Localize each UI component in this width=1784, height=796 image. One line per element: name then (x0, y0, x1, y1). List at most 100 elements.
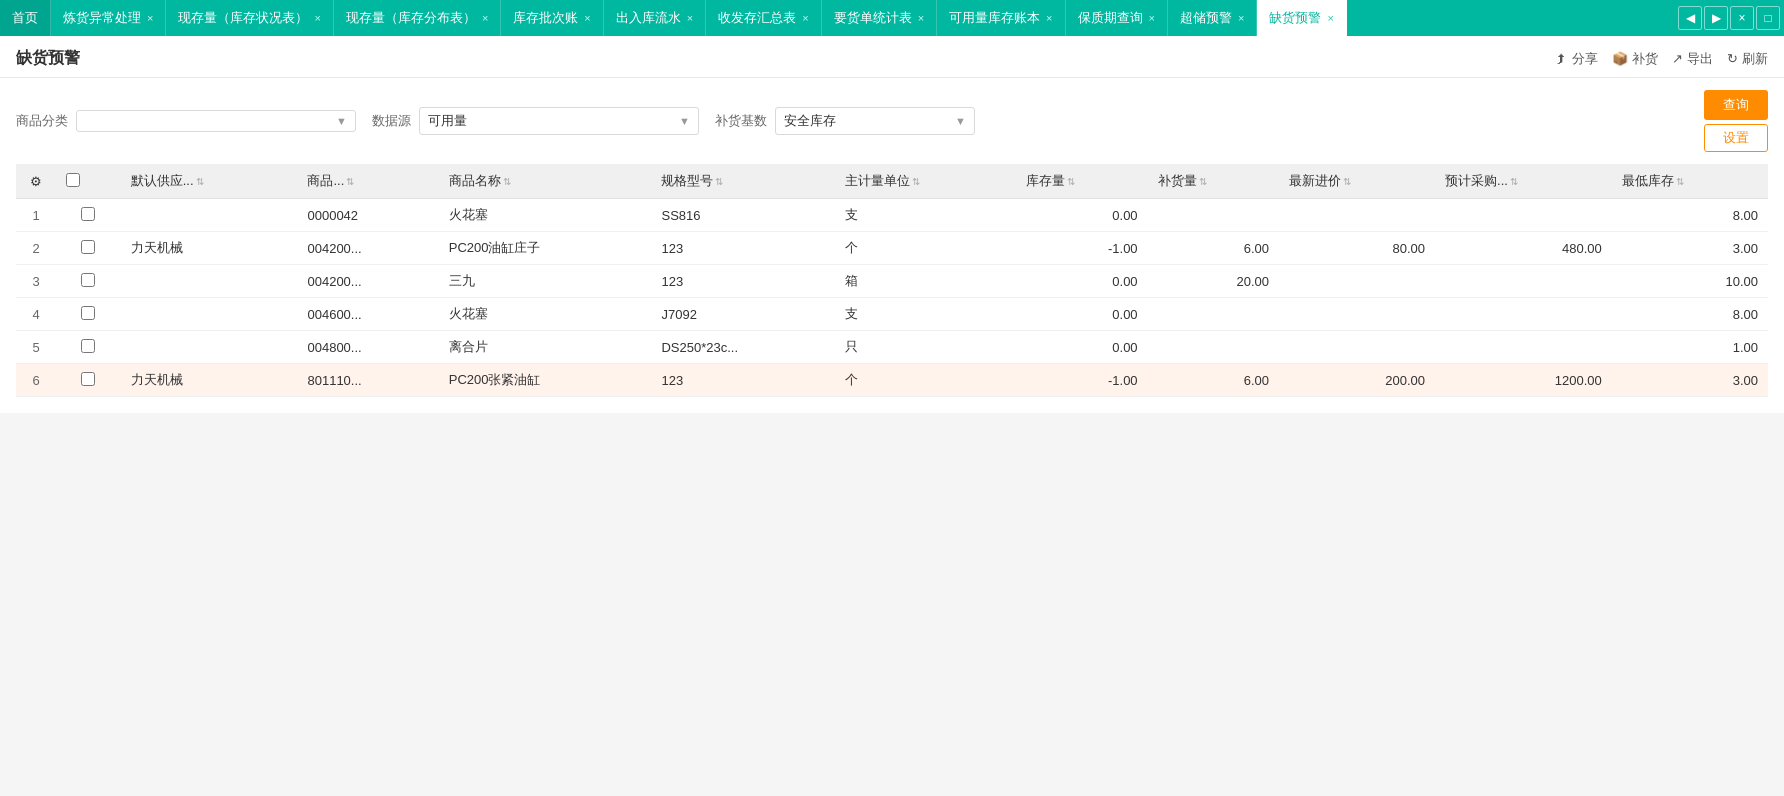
nav-item-xczk[interactable]: 现存量（库存状况表） × (166, 0, 333, 36)
row-est-purchase (1435, 265, 1612, 298)
close-icon[interactable]: × (1327, 12, 1333, 24)
nav-item-qhyj[interactable]: 缺货预警 × (1257, 0, 1346, 36)
row-replenish-qty: 6.00 (1148, 232, 1279, 265)
row-unit: 支 (835, 199, 1016, 232)
chevron-down-icon: ▼ (336, 115, 347, 127)
refresh-button[interactable]: ↻ 刷新 (1727, 50, 1768, 68)
row-checkbox[interactable] (81, 306, 95, 320)
row-product-name: PC200油缸庄子 (439, 232, 652, 265)
table-header-row: ⚙ 默认供应...⇅ 商品...⇅ 商品名称⇅ 规格型号⇅ 主计量单位⇅ 库存量… (16, 164, 1768, 199)
replenish-base-select[interactable]: 安全库存 ▼ (775, 107, 975, 135)
gear-icon[interactable]: ⚙ (30, 174, 42, 189)
table-wrap: ⚙ 默认供应...⇅ 商品...⇅ 商品名称⇅ 规格型号⇅ 主计量单位⇅ 库存量… (0, 164, 1784, 413)
row-est-purchase (1435, 199, 1612, 232)
close-icon[interactable]: × (147, 12, 153, 24)
share-button[interactable]: ⮭ 分享 (1555, 50, 1598, 68)
row-est-purchase: 1200.00 (1435, 364, 1612, 397)
row-checkbox[interactable] (81, 339, 95, 353)
col-header-latest-price[interactable]: 最新进价⇅ (1279, 164, 1435, 199)
nav-prev-button[interactable]: ◀ (1678, 6, 1702, 30)
col-header-min-stock[interactable]: 最低库存⇅ (1612, 164, 1768, 199)
row-spec: J7092 (651, 298, 835, 331)
refresh-icon: ↻ (1727, 51, 1738, 66)
nav-item-kczh[interactable]: 库存批次账 × (501, 0, 603, 36)
row-spec: DS250*23c... (651, 331, 835, 364)
row-min-stock: 8.00 (1612, 298, 1768, 331)
nav-item-lhyc[interactable]: 炼货异常处理 × (51, 0, 166, 36)
table-row: 4 004600... 火花塞 J7092 支 0.00 8.00 (16, 298, 1768, 331)
row-min-stock: 3.00 (1612, 232, 1768, 265)
page-title: 缺货预警 (16, 48, 80, 69)
col-header-product-code[interactable]: 商品...⇅ (297, 164, 438, 199)
row-supplier: 力天机械 (121, 232, 298, 265)
export-button[interactable]: ↗ 导出 (1672, 50, 1713, 68)
query-button[interactable]: 查询 (1704, 90, 1768, 120)
col-header-supplier[interactable]: 默认供应...⇅ (121, 164, 298, 199)
nav-item-sfzh[interactable]: 收发存汇总表 × (706, 0, 821, 36)
nav-next-button[interactable]: ▶ (1704, 6, 1728, 30)
nav-item-bzqcx[interactable]: 保质期查询 × (1066, 0, 1168, 36)
row-checkbox[interactable] (81, 207, 95, 221)
close-icon[interactable]: × (1238, 12, 1244, 24)
row-unit: 个 (835, 364, 1016, 397)
row-checkbox-cell[interactable] (56, 331, 121, 364)
col-header-est-purchase[interactable]: 预计采购...⇅ (1435, 164, 1612, 199)
col-header-spec[interactable]: 规格型号⇅ (651, 164, 835, 199)
close-icon[interactable]: × (687, 12, 693, 24)
col-header-replenish-qty[interactable]: 补货量⇅ (1148, 164, 1279, 199)
row-checkbox[interactable] (81, 240, 95, 254)
row-seq: 4 (16, 298, 56, 331)
replenish-base-value: 安全库存 (784, 112, 836, 130)
close-icon[interactable]: × (918, 12, 924, 24)
close-icon[interactable]: × (802, 12, 808, 24)
nav-close-button[interactable]: × (1730, 6, 1754, 30)
row-checkbox-cell[interactable] (56, 364, 121, 397)
datasource-select[interactable]: 可用量 ▼ (419, 107, 699, 135)
page-content: 缺货预警 ⮭ 分享 📦 补货 ↗ 导出 ↻ 刷新 商品分类 (0, 36, 1784, 413)
nav-item-ccyj[interactable]: 超储预警 × (1168, 0, 1257, 36)
filter-bar: 商品分类 ▼ 数据源 可用量 ▼ 补货基数 安全库存 ▼ 查询 设置 (0, 78, 1784, 164)
settings-button[interactable]: 设置 (1704, 124, 1768, 152)
nav-item-home[interactable]: 首页 (0, 0, 51, 36)
row-checkbox-cell[interactable] (56, 232, 121, 265)
row-latest-price: 200.00 (1279, 364, 1435, 397)
col-header-checkbox[interactable] (56, 164, 121, 199)
row-supplier (121, 331, 298, 364)
close-icon[interactable]: × (584, 12, 590, 24)
row-product-code: 004200... (297, 232, 438, 265)
nav-item-crlx[interactable]: 出入库流水 × (604, 0, 706, 36)
close-icon[interactable]: × (1149, 12, 1155, 24)
row-stock: 0.00 (1016, 298, 1147, 331)
row-checkbox-cell[interactable] (56, 298, 121, 331)
col-header-stock[interactable]: 库存量⇅ (1016, 164, 1147, 199)
select-all-checkbox[interactable] (66, 173, 80, 187)
row-est-purchase: 480.00 (1435, 232, 1612, 265)
row-seq: 5 (16, 331, 56, 364)
row-latest-price (1279, 298, 1435, 331)
col-header-unit[interactable]: 主计量单位⇅ (835, 164, 1016, 199)
data-table: ⚙ 默认供应...⇅ 商品...⇅ 商品名称⇅ 规格型号⇅ 主计量单位⇅ 库存量… (16, 164, 1768, 397)
close-icon[interactable]: × (482, 12, 488, 24)
category-select[interactable]: ▼ (76, 110, 356, 132)
nav-item-xcfb[interactable]: 现存量（库存分布表） × (334, 0, 501, 36)
row-checkbox[interactable] (81, 273, 95, 287)
close-icon[interactable]: × (314, 12, 320, 24)
row-checkbox[interactable] (81, 372, 95, 386)
nav-item-yhdj[interactable]: 要货单统计表 × (822, 0, 937, 36)
row-checkbox-cell[interactable] (56, 265, 121, 298)
nav-maximize-button[interactable]: □ (1756, 6, 1780, 30)
col-header-product-name[interactable]: 商品名称⇅ (439, 164, 652, 199)
row-spec: 123 (651, 265, 835, 298)
row-product-code: 004800... (297, 331, 438, 364)
row-unit: 箱 (835, 265, 1016, 298)
row-latest-price: 80.00 (1279, 232, 1435, 265)
row-stock: 0.00 (1016, 199, 1147, 232)
row-checkbox-cell[interactable] (56, 199, 121, 232)
row-unit: 个 (835, 232, 1016, 265)
close-icon[interactable]: × (1046, 12, 1052, 24)
row-min-stock: 10.00 (1612, 265, 1768, 298)
nav-item-kylzb[interactable]: 可用量库存账本 × (937, 0, 1065, 36)
row-product-code: 0000042 (297, 199, 438, 232)
replenish-button[interactable]: 📦 补货 (1612, 50, 1658, 68)
share-icon: ⮭ (1555, 51, 1568, 66)
